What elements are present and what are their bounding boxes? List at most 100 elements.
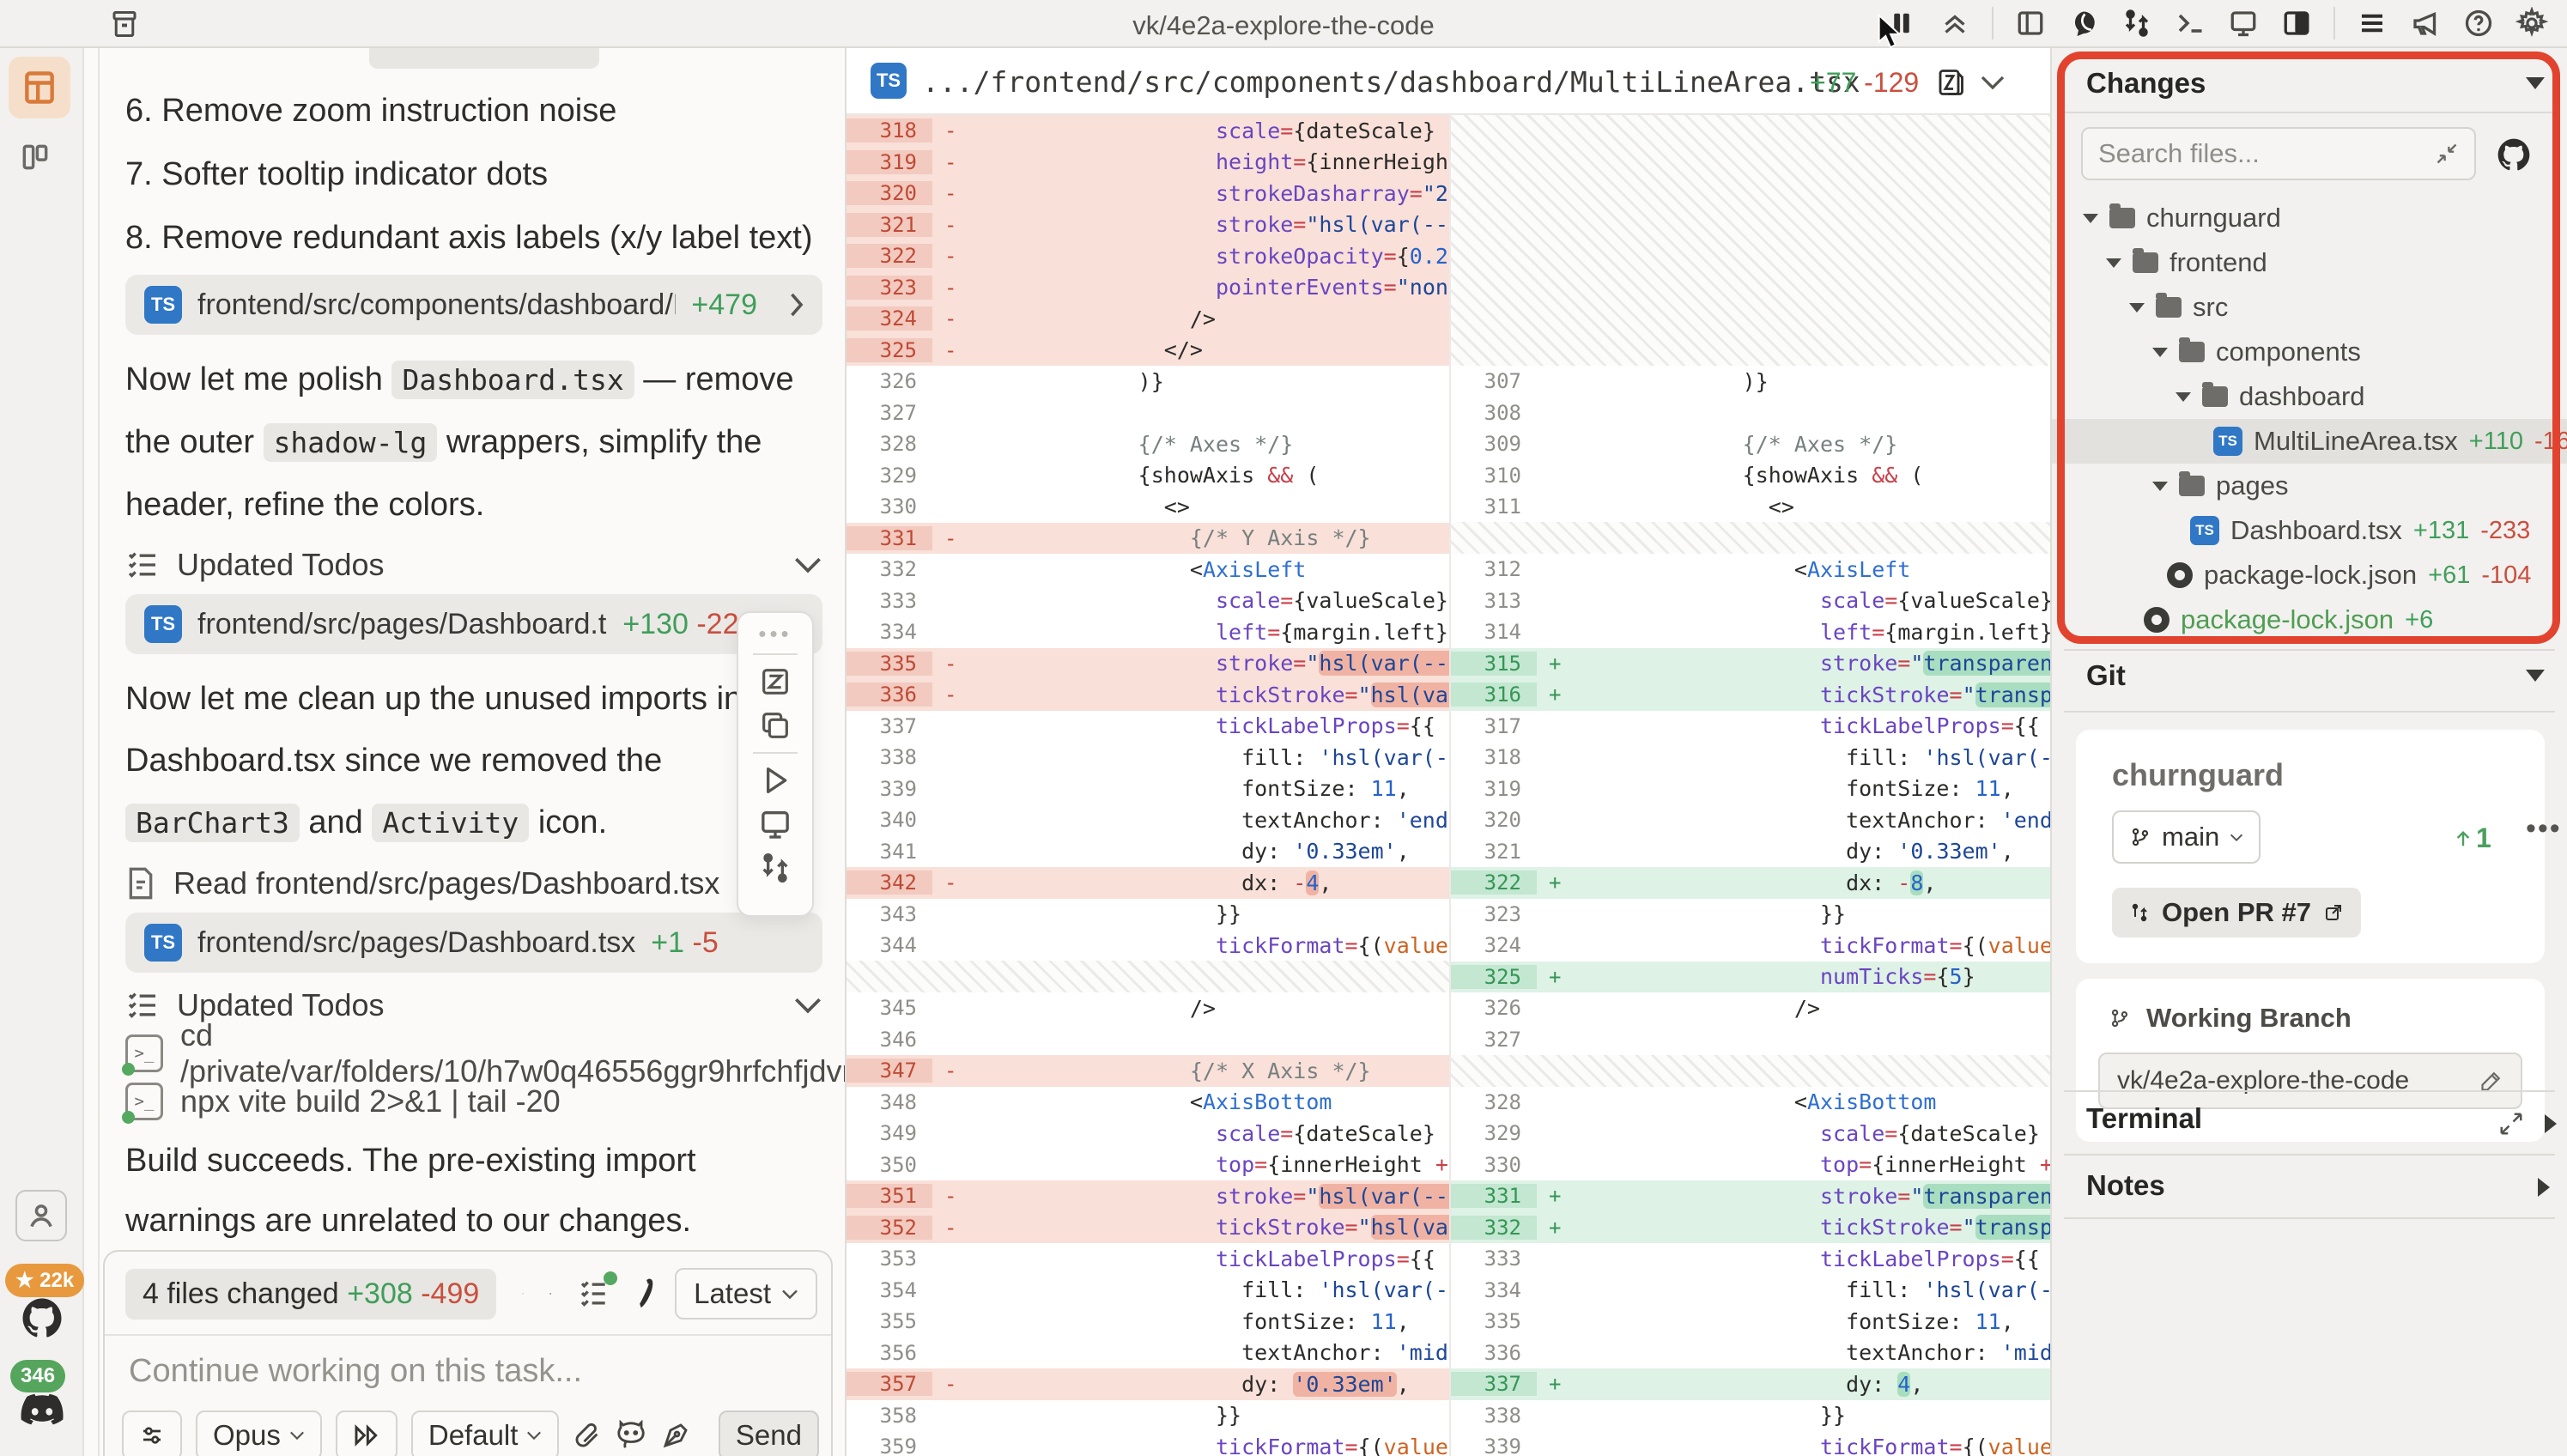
tree-folder-row[interactable]: components	[2052, 330, 2567, 374]
diff-row[interactable]: 346327	[847, 1024, 2050, 1056]
github-octocat-icon[interactable]	[2495, 136, 2533, 173]
diff-row[interactable]: 349 scale={dateScale}329 scale={dateScal…	[847, 1118, 2050, 1150]
tree-folder-row[interactable]: pages	[2052, 464, 2567, 508]
edit-pencil-icon[interactable]	[2479, 1069, 2503, 1093]
diff-row[interactable]: 321- stroke="hsl(var(--border))"	[847, 209, 2050, 241]
arrow-up-icon[interactable]	[522, 1277, 524, 1310]
terminal-section-title[interactable]: Terminal	[2086, 1102, 2202, 1135]
section-expand-caret[interactable]	[2538, 1178, 2550, 1197]
diff-row[interactable]: 353 tickLabelProps={{333 tickLabelProps=…	[847, 1243, 2050, 1275]
todos-status-icon[interactable]	[578, 1277, 612, 1311]
diff-row[interactable]: 330 <>311 <>	[847, 491, 2050, 523]
diff-view-icon[interactable]	[1935, 67, 1966, 98]
diff-row[interactable]: 325+ numTicks={5}	[847, 962, 2050, 993]
diff-row[interactable]: 357- dy: '0.33em',337+ dy: 4,	[847, 1368, 2050, 1400]
file-change-card[interactable]: TS frontend/src/components/dashboard/Mul…	[125, 275, 822, 335]
diff-row[interactable]: 356 textAnchor: 'middle',336 textAnchor:…	[847, 1338, 2050, 1369]
diff-row[interactable]: 336- tickStroke="hsl(var(--border))"316+…	[847, 679, 2050, 711]
menu-icon[interactable]	[2356, 7, 2388, 39]
diff-rows[interactable]: 318- scale={dateScale}319- height={inner…	[847, 115, 2050, 1456]
mode-dropdown[interactable]: Default	[411, 1410, 560, 1456]
terminal-icon[interactable]	[2174, 7, 2206, 39]
git-section-title[interactable]: Git	[2086, 659, 2126, 692]
diff-row[interactable]: 354 fill: 'hsl(var(--muted-foreground))'…	[847, 1275, 2050, 1307]
diff-row[interactable]: 348 <AxisBottom328 <AxisBottom	[847, 1087, 2050, 1119]
diff-row[interactable]: 325- </>	[847, 335, 2050, 367]
collapse-up-icon[interactable]	[1939, 7, 1971, 39]
expand-icon[interactable]	[2498, 1111, 2524, 1137]
latest-dropdown[interactable]: Latest	[675, 1268, 817, 1320]
rail-item-boards[interactable]	[19, 141, 52, 173]
more-dots-icon[interactable]: •••	[758, 623, 792, 644]
section-expand-caret[interactable]	[2545, 1114, 2557, 1133]
diff-row[interactable]: 324- />	[847, 303, 2050, 335]
diff-row[interactable]: 341 dy: '0.33em',321 dy: '0.33em',	[847, 836, 2050, 868]
copy-icon[interactable]	[758, 708, 792, 743]
file-change-card[interactable]: TS frontend/src/pages/Dashboard.tsx +1 -…	[125, 913, 822, 973]
section-collapse-caret[interactable]	[2526, 77, 2545, 89]
panel-right-icon[interactable]	[2280, 7, 2313, 39]
diff-row[interactable]: 318- scale={dateScale}	[847, 115, 2050, 147]
diff-row[interactable]: 323- pointerEvents="none"	[847, 272, 2050, 304]
diff-row[interactable]: 340 textAnchor: 'end',320 textAnchor: 'e…	[847, 804, 2050, 836]
diff-row[interactable]: 319- height={innerHeight}	[847, 147, 2050, 179]
diff-row[interactable]: 320- strokeDasharray="2,4"	[847, 178, 2050, 209]
tree-folder-row[interactable]: src	[2052, 285, 2567, 330]
read-file-row[interactable]: Read frontend/src/pages/Dashboard.tsx	[125, 864, 822, 902]
branch-dropdown[interactable]: main	[2112, 810, 2261, 864]
diff-row[interactable]: 352- tickStroke="hsl(var(--border))"332+…	[847, 1212, 2050, 1244]
diff-row[interactable]: 339 fontSize: 11,319 fontSize: 11,	[847, 774, 2050, 805]
diff-row[interactable]: 359 tickFormat={(value) => formatValue(v…	[847, 1431, 2050, 1456]
tree-caret-icon[interactable]	[2129, 303, 2145, 312]
file-change-card[interactable]: TS frontend/src/pages/Dashboard.tsx +130…	[125, 594, 822, 654]
play-icon[interactable]	[758, 763, 792, 798]
diff-row[interactable]: 326 )}307 )}	[847, 366, 2050, 397]
tree-file-row[interactable]: TSMultiLineArea.tsx+110-162	[2052, 419, 2567, 464]
chevron-down-icon[interactable]	[1980, 74, 2006, 91]
diff-row[interactable]: 327308	[847, 397, 2050, 429]
tree-file-row[interactable]: TSDashboard.tsx+131-233	[2052, 508, 2567, 553]
tree-folder-row[interactable]: dashboard	[2052, 374, 2567, 419]
diff-row[interactable]: 322- strokeOpacity={0.2}	[847, 240, 2050, 272]
diff-row[interactable]: 334 left={margin.left}314 left={margin.l…	[847, 616, 2050, 648]
diff-row[interactable]: 344 tickFormat={(value) => formatValue(v…	[847, 930, 2050, 962]
settings-gear-icon[interactable]	[2515, 7, 2548, 39]
diff-row[interactable]: 329 {showAxis && (310 {showAxis && (	[847, 460, 2050, 492]
git-compare-icon[interactable]	[758, 851, 792, 885]
diff-row[interactable]: 358 }}338 }}	[847, 1400, 2050, 1432]
working-branch-input[interactable]: vk/4e2a-explore-the-code	[2098, 1053, 2522, 1109]
git-compare-icon[interactable]	[2121, 7, 2153, 39]
message-input[interactable]: Continue working on this task...	[129, 1353, 582, 1390]
chat-bubble-icon[interactable]	[2067, 7, 2100, 39]
diff-row[interactable]: 338 fill: 'hsl(var(--muted-foreground))'…	[847, 742, 2050, 774]
tree-caret-icon[interactable]	[2106, 258, 2121, 268]
tree-folder-row[interactable]: frontend	[2052, 240, 2567, 285]
panel-left-icon[interactable]	[2014, 7, 2047, 39]
diff-row[interactable]: 343 }}323 }}	[847, 899, 2050, 931]
account-icon[interactable]	[15, 1190, 67, 1241]
notes-section-title[interactable]: Notes	[2086, 1169, 2165, 1202]
diff-row[interactable]: 351- stroke="hsl(var(--border))"331+ str…	[847, 1180, 2050, 1212]
tree-caret-icon[interactable]	[2176, 392, 2191, 402]
diff-row[interactable]: 345 />326 />	[847, 992, 2050, 1024]
more-menu-icon[interactable]: •••	[2526, 812, 2562, 846]
diff-row[interactable]: 347- {/* X Axis */}	[847, 1055, 2050, 1087]
updated-todos-row[interactable]: Updated Todos	[125, 546, 822, 584]
chevron-down-icon[interactable]	[793, 555, 822, 574]
diff-row[interactable]: 350 top={innerHeight + margin.top}330 to…	[847, 1150, 2050, 1181]
rail-item-active[interactable]	[9, 57, 70, 118]
diff-row[interactable]: 331- {/* Y Axis */}	[847, 523, 2050, 555]
diff-row[interactable]: 335- stroke="hsl(var(--border))"315+ str…	[847, 648, 2050, 680]
megaphone-icon[interactable]	[2409, 7, 2442, 39]
tree-file-row[interactable]: package-lock.json+6	[2052, 598, 2567, 642]
chevron-down-icon[interactable]	[793, 996, 822, 1015]
monitor-icon[interactable]	[758, 807, 792, 841]
tree-folder-row[interactable]: churnguard	[2052, 196, 2567, 240]
diff-row[interactable]: 355 fontSize: 11,335 fontSize: 11,	[847, 1306, 2050, 1338]
github-octocat-icon[interactable]	[19, 1295, 65, 1341]
tree-caret-icon[interactable]	[2152, 482, 2168, 491]
search-files-input[interactable]: Search files...	[2081, 127, 2476, 180]
settings-sliders-button[interactable]	[122, 1410, 182, 1456]
pen-icon[interactable]	[660, 1420, 691, 1451]
diff-row[interactable]: 337 tickLabelProps={{317 tickLabelProps=…	[847, 711, 2050, 743]
